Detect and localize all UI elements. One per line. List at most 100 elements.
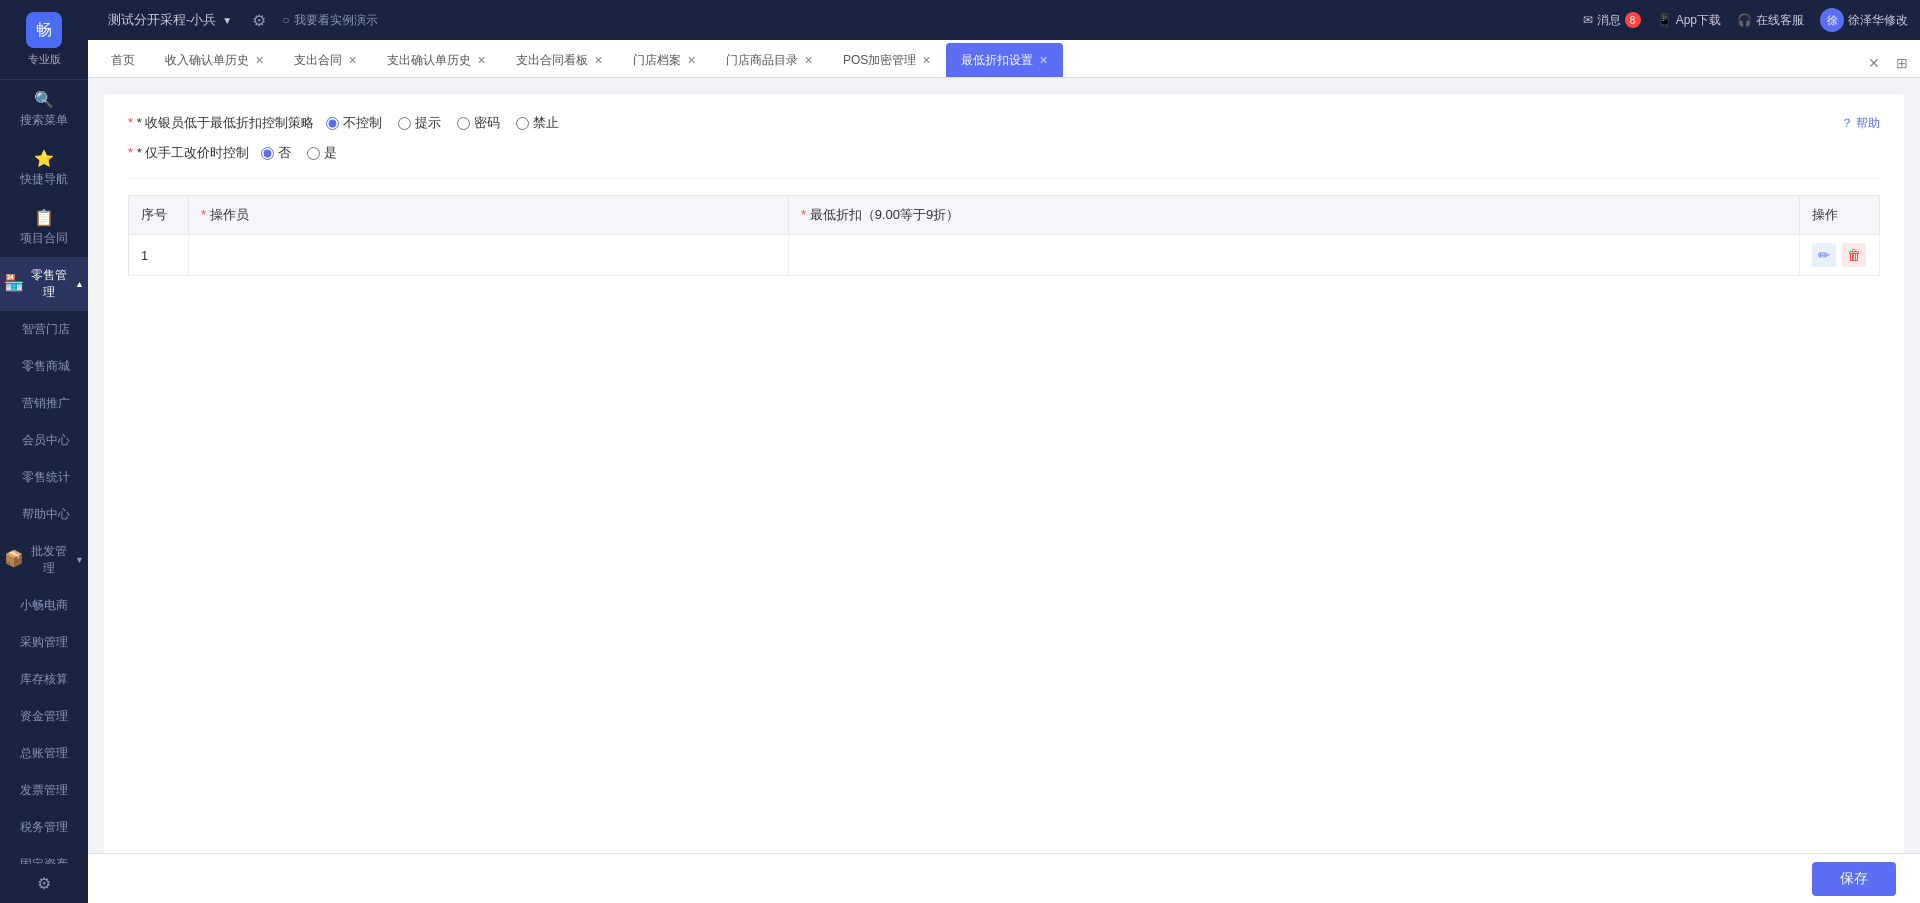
app-download-btn[interactable]: 📱 App下载 bbox=[1657, 12, 1721, 29]
radio-yes-input[interactable] bbox=[307, 147, 320, 160]
radio-prompt[interactable]: 提示 bbox=[398, 114, 441, 132]
required-mark: * bbox=[201, 207, 210, 222]
sidebar-item-finance[interactable]: 资金管理 bbox=[0, 698, 88, 735]
sidebar-item-tax[interactable]: 税务管理 bbox=[0, 809, 88, 846]
tab-store-goods[interactable]: 门店商品目录 ✕ bbox=[711, 43, 828, 77]
form-section: * * 收银员低于最低折扣控制策略 不控制 提示 密 bbox=[128, 114, 1880, 162]
tab-close-icon[interactable]: ✕ bbox=[255, 54, 264, 67]
sidebar-item-label: 项目合同 bbox=[20, 230, 68, 247]
content-card: * * 收银员低于最低折扣控制策略 不控制 提示 密 bbox=[104, 94, 1904, 857]
app-download-label: App下载 bbox=[1676, 12, 1721, 29]
radio-no-control[interactable]: 不控制 bbox=[326, 114, 382, 132]
sidebar-item-fixed-assets[interactable]: 固定资产 bbox=[0, 846, 88, 864]
avatar-icon: 徐 bbox=[1820, 8, 1844, 32]
close-tab-btn[interactable]: ✕ bbox=[1864, 53, 1884, 73]
radio-forbid-input[interactable] bbox=[516, 117, 529, 130]
tab-store-file[interactable]: 门店档案 ✕ bbox=[618, 43, 711, 77]
message-btn[interactable]: ✉ 消息 8 bbox=[1583, 12, 1641, 29]
sidebar-nav: 🔍 搜索菜单 ⭐ 快捷导航 📋 项目合同 🏪 零售管理 ▲ 智营门店 零售商城 … bbox=[0, 80, 88, 864]
tabbar-actions: ✕ ⊞ bbox=[1864, 53, 1912, 77]
sidebar-item-marketing[interactable]: 营销推广 bbox=[0, 385, 88, 422]
radio-password[interactable]: 密码 bbox=[457, 114, 500, 132]
sidebar-item-inventory[interactable]: 库存核算 bbox=[0, 661, 88, 698]
tab-home[interactable]: 首页 bbox=[96, 43, 150, 77]
sidebar-item-member-center[interactable]: 会员中心 bbox=[0, 422, 88, 459]
save-button[interactable]: 保存 bbox=[1812, 862, 1896, 896]
radio-prompt-label: 提示 bbox=[415, 114, 441, 132]
tab-label: 收入确认单历史 bbox=[165, 52, 249, 69]
radio-no-input[interactable] bbox=[261, 147, 274, 160]
discount-strategy-radio-group: 不控制 提示 密码 禁止 bbox=[326, 114, 559, 132]
message-label: 消息 bbox=[1597, 12, 1621, 29]
delete-btn[interactable]: 🗑 bbox=[1842, 243, 1866, 267]
sidebar-item-search[interactable]: 🔍 搜索菜单 bbox=[0, 80, 88, 139]
tab-label: POS加密管理 bbox=[843, 52, 916, 69]
demo-link[interactable]: ○ 我要看实例演示 bbox=[282, 12, 377, 29]
help-link[interactable]: ？ 帮助 bbox=[1841, 115, 1880, 132]
sidebar-item-retail-mgmt[interactable]: 🏪 零售管理 ▲ bbox=[0, 257, 88, 311]
radio-no[interactable]: 否 bbox=[261, 144, 291, 162]
sidebar-item-ecommerce[interactable]: 小畅电商 bbox=[0, 587, 88, 624]
topbar-settings-btn[interactable]: ⚙ bbox=[248, 7, 270, 34]
tab-pos-password[interactable]: POS加密管理 ✕ bbox=[828, 43, 946, 77]
sidebar-item-retail-mall[interactable]: 零售商城 bbox=[0, 348, 88, 385]
sidebar-item-smart-store[interactable]: 智营门店 bbox=[0, 311, 88, 348]
edit-btn[interactable]: ✏ bbox=[1812, 243, 1836, 267]
sidebar-item-retail-stats[interactable]: 零售统计 bbox=[0, 459, 88, 496]
tab-payment-contract[interactable]: 支出合同 ✕ bbox=[279, 43, 372, 77]
sidebar-item-label: 搜索菜单 bbox=[20, 112, 68, 129]
sidebar-item-label: 智营门店 bbox=[22, 321, 70, 338]
sidebar-logo: 畅 专业版 bbox=[0, 0, 88, 80]
sidebar-item-project-contract[interactable]: 📋 项目合同 bbox=[0, 198, 88, 257]
tab-close-icon[interactable]: ✕ bbox=[477, 54, 486, 67]
sidebar-item-invoice[interactable]: 发票管理 bbox=[0, 772, 88, 809]
tab-income-confirm[interactable]: 收入确认单历史 ✕ bbox=[150, 43, 279, 77]
topbar: 测试分开采程-小兵 ▼ ⚙ ○ 我要看实例演示 ✉ 消息 8 📱 App下载 🎧… bbox=[88, 0, 1920, 40]
tab-close-icon[interactable]: ✕ bbox=[922, 54, 931, 67]
tab-label: 门店档案 bbox=[633, 52, 681, 69]
tab-close-icon[interactable]: ✕ bbox=[1039, 54, 1048, 67]
user-menu[interactable]: 徐 徐泽华修改 bbox=[1820, 8, 1908, 32]
project-selector[interactable]: 测试分开采程-小兵 ▼ bbox=[100, 7, 240, 33]
sidebar-item-label: 采购管理 bbox=[20, 634, 68, 651]
sidebar-settings-btn[interactable]: ⚙ bbox=[0, 864, 88, 903]
sidebar-item-ledger[interactable]: 总账管理 bbox=[0, 735, 88, 772]
demo-icon: ○ bbox=[282, 13, 289, 27]
sidebar-item-label: 小畅电商 bbox=[20, 597, 68, 614]
tab-close-icon[interactable]: ✕ bbox=[594, 54, 603, 67]
sidebar-item-label: 营销推广 bbox=[22, 395, 70, 412]
topbar-right: ✉ 消息 8 📱 App下载 🎧 在线客服 徐 徐泽华修改 bbox=[1583, 8, 1908, 32]
table-header-row: 序号 * 操作员 * 最低折扣（9.00等于9折） 操作 bbox=[129, 196, 1880, 235]
expand-tab-btn[interactable]: ⊞ bbox=[1892, 53, 1912, 73]
radio-yes[interactable]: 是 bbox=[307, 144, 337, 162]
tab-close-icon[interactable]: ✕ bbox=[804, 54, 813, 67]
sidebar-item-purchase[interactable]: 采购管理 bbox=[0, 624, 88, 661]
sidebar-item-quick-nav[interactable]: ⭐ 快捷导航 bbox=[0, 139, 88, 198]
discount-strategy-row: * * 收银员低于最低折扣控制策略 不控制 提示 密 bbox=[128, 114, 1880, 132]
message-badge: 8 bbox=[1625, 12, 1641, 28]
radio-no-control-input[interactable] bbox=[326, 117, 339, 130]
sidebar-item-help-center[interactable]: 帮助中心 bbox=[0, 496, 88, 533]
customer-service-btn[interactable]: 🎧 在线客服 bbox=[1737, 12, 1804, 29]
customer-service-label: 在线客服 bbox=[1756, 12, 1804, 29]
content-area: * * 收银员低于最低折扣控制策略 不控制 提示 密 bbox=[88, 78, 1920, 903]
tab-payment-board[interactable]: 支出合同看板 ✕ bbox=[501, 43, 618, 77]
radio-forbid[interactable]: 禁止 bbox=[516, 114, 559, 132]
required-mark: * bbox=[128, 115, 137, 130]
tab-close-icon[interactable]: ✕ bbox=[348, 54, 357, 67]
tab-payment-confirm[interactable]: 支出确认单历史 ✕ bbox=[372, 43, 501, 77]
sidebar-item-batch-mgmt[interactable]: 📦 批发管理 ▼ bbox=[0, 533, 88, 587]
tab-min-discount[interactable]: 最低折扣设置 ✕ bbox=[946, 43, 1063, 77]
project-name: 测试分开采程-小兵 bbox=[108, 11, 216, 29]
radio-no-label: 否 bbox=[278, 144, 291, 162]
required-mark: * bbox=[801, 207, 810, 222]
col-action-header: 操作 bbox=[1800, 196, 1880, 235]
version-label: 专业版 bbox=[28, 52, 61, 67]
tab-close-icon[interactable]: ✕ bbox=[687, 54, 696, 67]
radio-password-input[interactable] bbox=[457, 117, 470, 130]
retail-icon: 🏪 bbox=[4, 273, 24, 292]
sidebar-item-label: 库存核算 bbox=[20, 671, 68, 688]
radio-forbid-label: 禁止 bbox=[533, 114, 559, 132]
radio-prompt-input[interactable] bbox=[398, 117, 411, 130]
tab-label: 支出确认单历史 bbox=[387, 52, 471, 69]
